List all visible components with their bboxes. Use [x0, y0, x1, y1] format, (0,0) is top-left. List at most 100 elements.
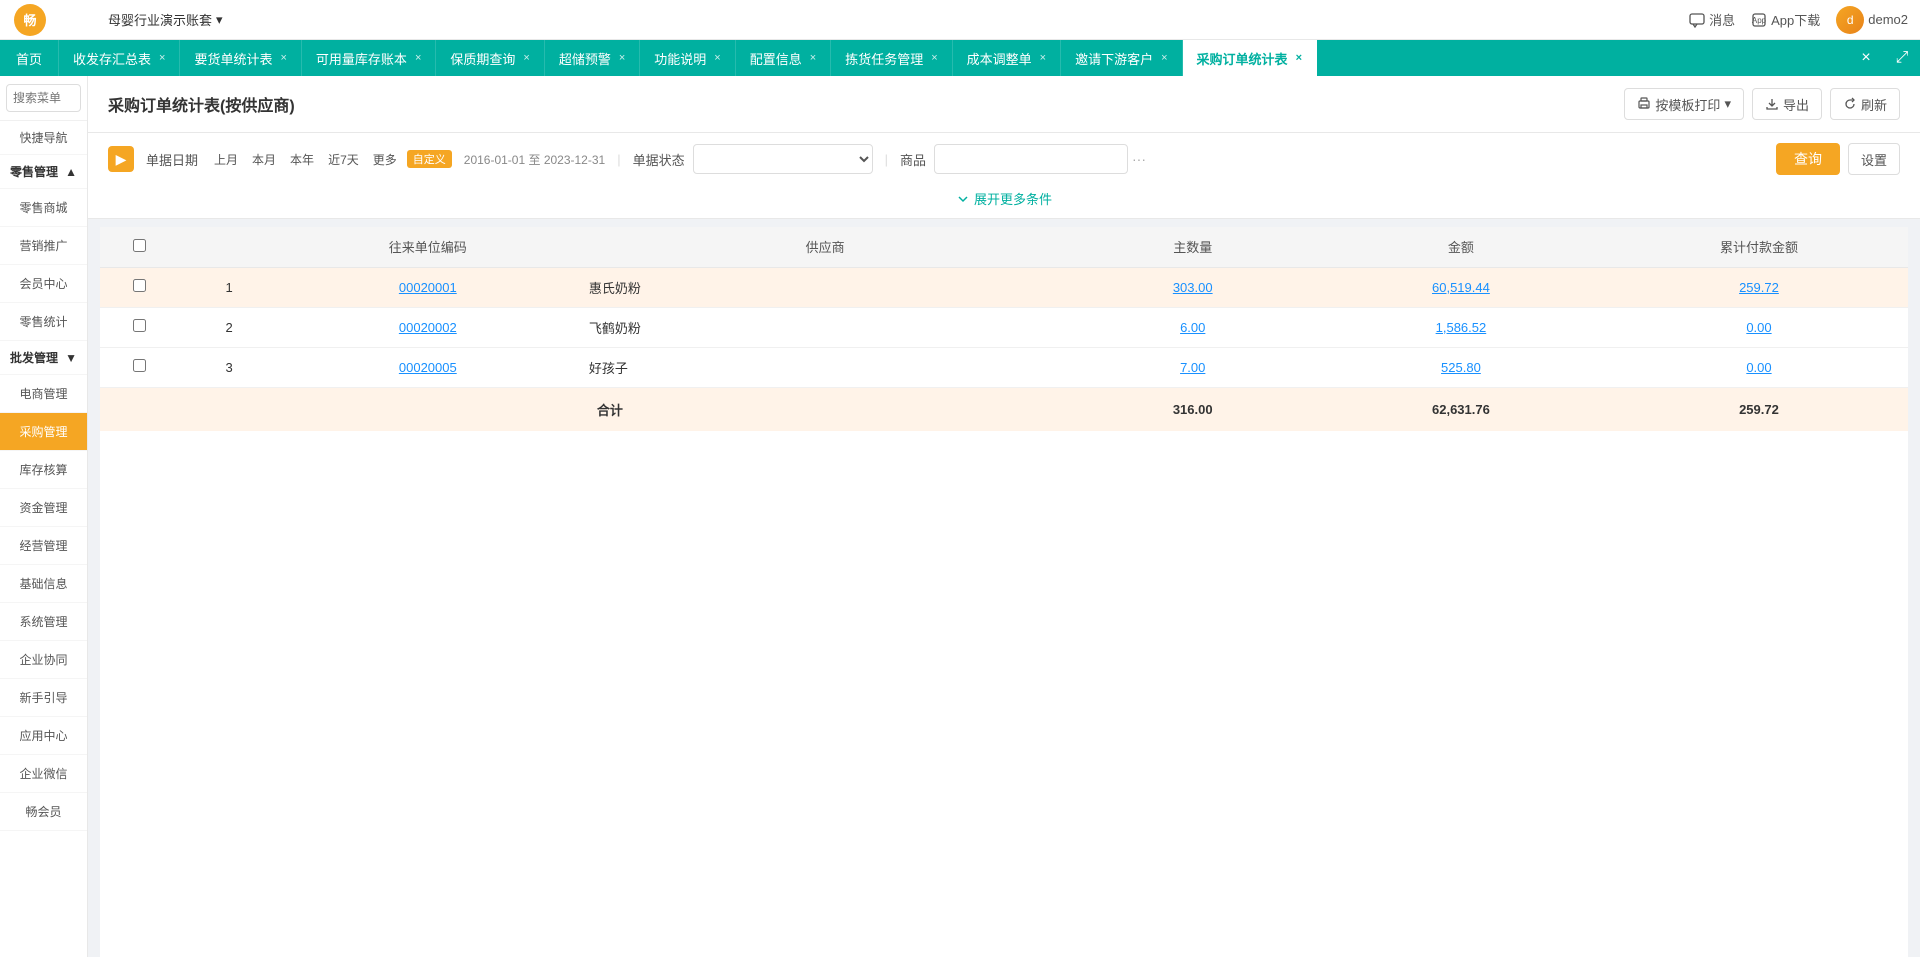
row-paid-1[interactable]: 0.00	[1610, 307, 1908, 347]
sidebar-item-member-center[interactable]: 会员中心	[0, 265, 87, 303]
date-filter-label: 单据日期	[146, 150, 198, 169]
sidebar-item-wholesale-mgmt[interactable]: 批发管理 ▼	[0, 341, 87, 375]
tab-caigoudantongjibiao[interactable]: 采购订单统计表 ×	[1183, 40, 1317, 76]
row-supplier-1: 飞鹤奶粉	[577, 307, 1074, 347]
tab-baoyuqichaxun[interactable]: 保质期查询 ×	[436, 40, 544, 76]
message-icon	[1689, 12, 1705, 28]
query-btn[interactable]: 查询	[1776, 143, 1840, 175]
row-check-0[interactable]	[100, 267, 179, 307]
row-check-1[interactable]	[100, 307, 179, 347]
sidebar-item-marketing[interactable]: 营销推广	[0, 227, 87, 265]
date-shortcuts: 上月 本月 本年 近7天 更多 自定义	[210, 149, 452, 170]
logo-area: 畅	[12, 2, 100, 38]
sidebar-item-newbie-guide[interactable]: 新手引导	[0, 679, 87, 717]
tab-yaohuodantongjibiao[interactable]: 要货单统计表 ×	[180, 40, 301, 76]
sidebar-item-inventory-check[interactable]: 库存核算	[0, 451, 87, 489]
refresh-btn[interactable]: 刷新	[1830, 88, 1900, 120]
sidebar-item-retail-shop[interactable]: 零售商城	[0, 189, 87, 227]
row-code-1[interactable]: 00020002	[279, 307, 577, 347]
sidebar-item-retail-stats[interactable]: 零售统计	[0, 303, 87, 341]
close-chenbentiaozhendan[interactable]: ×	[1040, 52, 1046, 64]
table-header-row: 往来单位编码 供应商 主数量 金额	[100, 227, 1908, 267]
workspace-selector[interactable]: 母婴行业演示账套 ▾	[100, 10, 1689, 29]
tabs-close-btn[interactable]: ×	[1848, 40, 1884, 76]
shortcut-last-month[interactable]: 上月	[210, 149, 242, 170]
sidebar-item-quick-nav[interactable]: 快捷导航	[0, 121, 87, 155]
status-filter-select[interactable]	[693, 144, 873, 174]
row-amount-2[interactable]: 525.80	[1312, 347, 1610, 387]
row-qty-2[interactable]: 7.00	[1074, 347, 1312, 387]
th-check[interactable]	[100, 227, 179, 267]
sidebar-item-purchase-mgmt[interactable]: 采购管理	[0, 413, 87, 451]
nav-tabs-end: × ⤢	[1848, 40, 1920, 76]
workspace-name: 母婴行业演示账套	[108, 10, 212, 29]
tab-peizhi[interactable]: 配置信息 ×	[736, 40, 831, 76]
close-paihuorenwuguanli[interactable]: ×	[931, 52, 937, 64]
row-amount-1[interactable]: 1,586.52	[1312, 307, 1610, 347]
tab-keyongliangkucunzhangben[interactable]: 可用量库存账本 ×	[302, 40, 436, 76]
svg-text:App: App	[1752, 16, 1767, 25]
search-input[interactable]	[6, 84, 81, 112]
row-amount-0[interactable]: 60,519.44	[1312, 267, 1610, 307]
row-paid-2[interactable]: 0.00	[1610, 347, 1908, 387]
row-code-0[interactable]: 00020001	[279, 267, 577, 307]
shortcut-more[interactable]: 更多	[369, 149, 401, 170]
close-peizhi[interactable]: ×	[810, 52, 816, 64]
sidebar-item-ops-mgmt[interactable]: 经营管理	[0, 527, 87, 565]
shortcut-this-year[interactable]: 本年	[286, 149, 318, 170]
sidebar-item-member[interactable]: 畅会员	[0, 793, 87, 831]
expand-more-btn[interactable]: 展开更多条件	[956, 189, 1052, 208]
message-btn[interactable]: 消息	[1689, 10, 1735, 29]
user-name: demo2	[1868, 12, 1908, 27]
tab-yaogingxiayoukeh[interactable]: 邀请下游客户 ×	[1061, 40, 1182, 76]
chevron-down-icon: ▼	[65, 351, 77, 365]
shortcut-this-month[interactable]: 本月	[248, 149, 280, 170]
export-btn[interactable]: 导出	[1752, 88, 1822, 120]
sidebar-item-ecommerce-mgmt[interactable]: 电商管理	[0, 375, 87, 413]
tab-chenbentiaozhendan[interactable]: 成本调整单 ×	[953, 40, 1061, 76]
table-row: 2 00020002 飞鹤奶粉 6.00 1,586.52 0.00	[100, 307, 1908, 347]
tab-gongnengjiamiao[interactable]: 功能说明 ×	[640, 40, 735, 76]
close-yaogingxiayoukeh[interactable]: ×	[1161, 52, 1167, 64]
row-paid-0[interactable]: 259.72	[1610, 267, 1908, 307]
sidebar-item-enterprise-collab[interactable]: 企业协同	[0, 641, 87, 679]
tab-paihuorenwuguanli[interactable]: 拣货任务管理 ×	[831, 40, 952, 76]
goods-filter-label: 商品	[900, 150, 926, 169]
tab-shoufahuizong[interactable]: 收发存汇总表 ×	[59, 40, 180, 76]
close-caigoudantongjibiao[interactable]: ×	[1296, 52, 1302, 64]
status-filter-wrap: 单据状态	[633, 144, 873, 174]
print-btn[interactable]: 按模板打印 ▾	[1624, 88, 1744, 120]
sidebar-item-app-center[interactable]: 应用中心	[0, 717, 87, 755]
sidebar-item-system-mgmt[interactable]: 系统管理	[0, 603, 87, 641]
app-download-btn[interactable]: App App下载	[1751, 10, 1820, 29]
row-qty-1[interactable]: 6.00	[1074, 307, 1312, 347]
custom-date-tag[interactable]: 自定义	[407, 150, 452, 168]
settings-btn[interactable]: 设置	[1848, 143, 1900, 175]
close-chaocuyujing[interactable]: ×	[619, 52, 625, 64]
goods-filter-input[interactable]	[934, 144, 1128, 174]
th-supplier: 供应商	[577, 227, 1074, 267]
close-baoyuqichaxun[interactable]: ×	[523, 52, 529, 64]
user-profile[interactable]: d demo2	[1836, 6, 1908, 34]
page-header-actions: 按模板打印 ▾ 导出 刷新	[1624, 88, 1900, 132]
shortcut-7days[interactable]: 近7天	[324, 149, 363, 170]
tab-home[interactable]: 首页	[0, 40, 59, 76]
goods-filter-ellipsis[interactable]: ···	[1132, 151, 1146, 167]
select-all-checkbox[interactable]	[133, 239, 146, 252]
svg-text:畅: 畅	[23, 13, 36, 28]
row-code-2[interactable]: 00020005	[279, 347, 577, 387]
close-shoufahuizong[interactable]: ×	[159, 52, 165, 64]
sidebar-item-basic-info[interactable]: 基础信息	[0, 565, 87, 603]
sidebar-item-retail-mgmt[interactable]: 零售管理 ▲	[0, 155, 87, 189]
row-qty-0[interactable]: 303.00	[1074, 267, 1312, 307]
close-keyongliangkucunzhangben[interactable]: ×	[415, 52, 421, 64]
tab-chaocuyujing[interactable]: 超储预警 ×	[545, 40, 640, 76]
sidebar-item-enterprise-wechat[interactable]: 企业微信	[0, 755, 87, 793]
row-index-2: 3	[179, 347, 278, 387]
sidebar-item-finance-mgmt[interactable]: 资金管理	[0, 489, 87, 527]
row-check-2[interactable]	[100, 347, 179, 387]
close-gongnengjiamiao[interactable]: ×	[714, 52, 720, 64]
tabs-fullscreen-btn[interactable]: ⤢	[1884, 40, 1920, 76]
filter-toggle-btn[interactable]: ▶	[108, 146, 134, 172]
close-yaohuodantongjibiao[interactable]: ×	[280, 52, 286, 64]
